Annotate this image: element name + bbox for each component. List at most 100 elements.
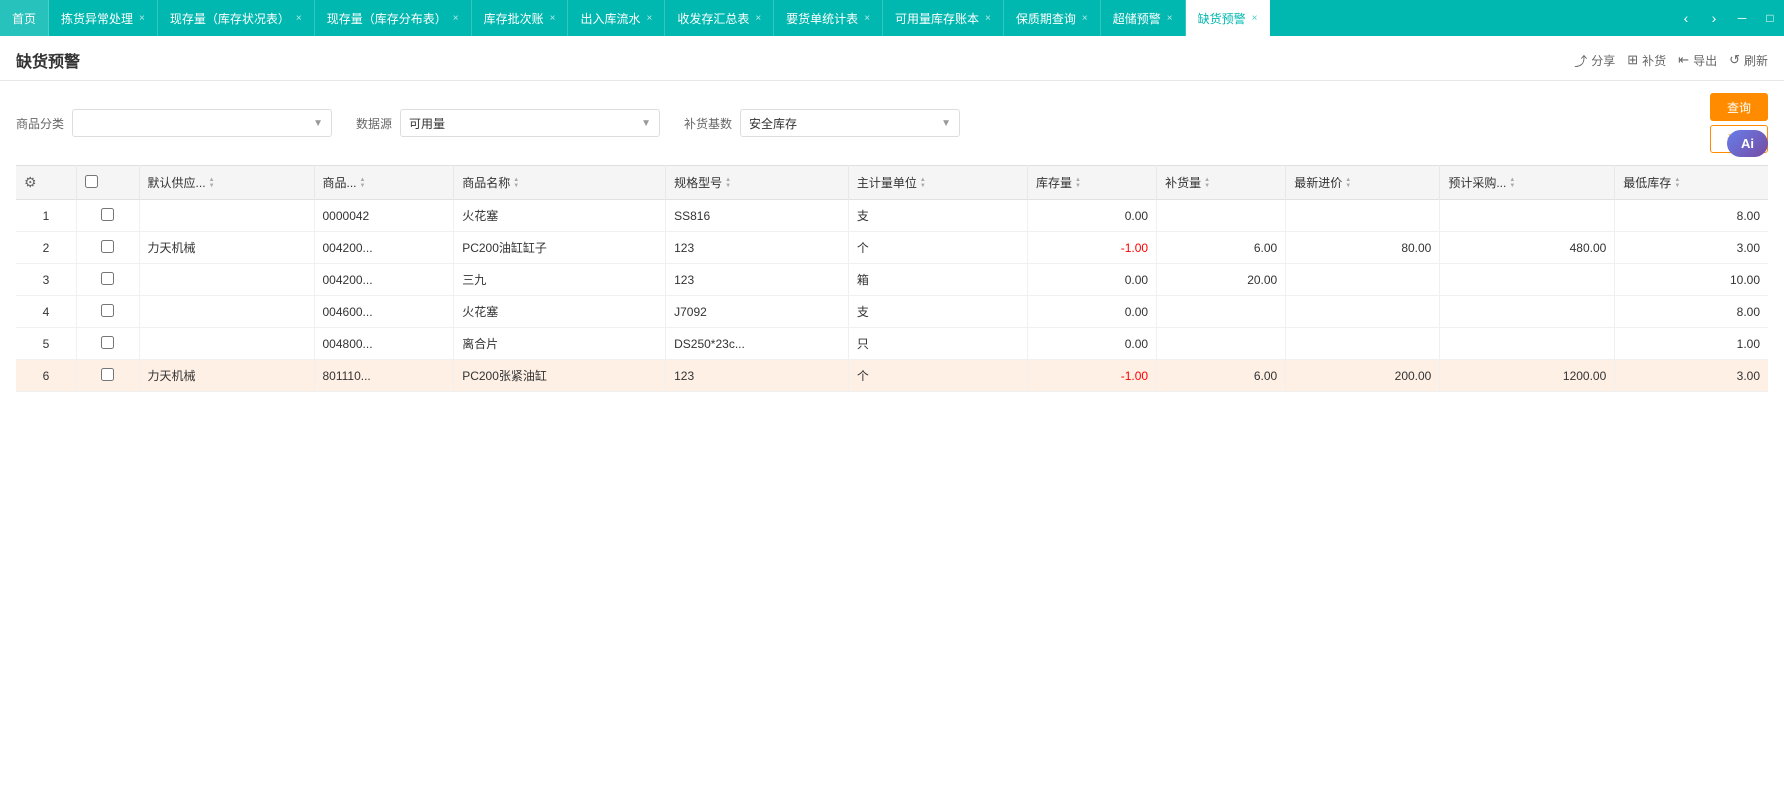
cell-unit: 支: [848, 200, 1027, 232]
cell-default_supplier: [139, 296, 314, 328]
col-header-replenish_qty[interactable]: 补货量: [1157, 166, 1286, 200]
cell-min_stock: 10.00: [1615, 264, 1768, 296]
cell-product_code: 004200...: [314, 264, 454, 296]
row-checkbox[interactable]: [101, 272, 114, 285]
col-header-est_purchase[interactable]: 预计采购...: [1440, 166, 1615, 200]
close-tab-overstock[interactable]: ×: [1167, 13, 1173, 24]
col-header-stock[interactable]: 库存量: [1028, 166, 1157, 200]
sort-icon-latest_price[interactable]: [1345, 177, 1351, 189]
nav-tab-exception[interactable]: 拣货异常处理×: [49, 0, 158, 36]
nav-tab-home[interactable]: 首页: [0, 0, 49, 36]
category-select[interactable]: ▼: [72, 109, 332, 137]
table-row: 5004800...离合片DS250*23c...只0.001.00: [16, 328, 1768, 360]
window-maximize[interactable]: □: [1756, 0, 1784, 36]
replenish-base-filter-group: 补货基数 安全库存 ▼: [684, 109, 960, 137]
row-checkbox[interactable]: [101, 304, 114, 317]
cell-replenish_qty: [1157, 328, 1286, 360]
sort-icon-replenish_qty[interactable]: [1204, 177, 1210, 189]
top-nav: 首页拣货异常处理×现存量（库存状况表）×现存量（库存分布表）×库存批次账×出入库…: [0, 0, 1784, 36]
sort-icon-spec[interactable]: [725, 177, 731, 189]
close-tab-recv-summary[interactable]: ×: [755, 13, 761, 24]
window-minimize[interactable]: ─: [1728, 0, 1756, 36]
table-container: ⚙ 默认供应...商品...商品名称规格型号主计量单位库存量补货量最新进价预计采购…: [0, 165, 1784, 392]
cell-est_purchase: 480.00: [1440, 232, 1615, 264]
cell-checkbox: [77, 264, 140, 296]
close-tab-shortage[interactable]: ×: [1252, 13, 1258, 24]
cell-product_code: 004800...: [314, 328, 454, 360]
share-button[interactable]: ⤴ 分享: [1574, 51, 1615, 70]
cell-product_name: 三九: [454, 264, 666, 296]
select-all-checkbox[interactable]: [85, 175, 98, 188]
gear-icon[interactable]: ⚙: [24, 174, 37, 190]
replenish-base-value: 安全库存: [749, 115, 941, 132]
cell-stock: 0.00: [1028, 264, 1157, 296]
nav-tab-batch-account[interactable]: 库存批次账×: [472, 0, 569, 36]
nav-tab-available-ledger[interactable]: 可用量库存账本×: [883, 0, 1004, 36]
page-content: 缺货预警 ⤴ 分享 ⊞ 补货 ⇤ 导出 ↺ 刷新 商品分类: [0, 36, 1784, 796]
col-header-unit[interactable]: 主计量单位: [848, 166, 1027, 200]
nav-tab-flow[interactable]: 出入库流水×: [568, 0, 665, 36]
col-header-product_code[interactable]: 商品...: [314, 166, 454, 200]
row-checkbox[interactable]: [101, 336, 114, 349]
table-row: 4004600...火花塞J7092支0.008.00: [16, 296, 1768, 328]
sort-icon-min_stock[interactable]: [1674, 177, 1680, 189]
cell-index: 6: [16, 360, 77, 392]
sort-icon-product_name[interactable]: [513, 177, 519, 189]
sort-icon-unit[interactable]: [920, 177, 926, 189]
export-button[interactable]: ⇤ 导出: [1678, 52, 1717, 69]
data-table: ⚙ 默认供应...商品...商品名称规格型号主计量单位库存量补货量最新进价预计采购…: [16, 165, 1768, 392]
cell-unit: 箱: [848, 264, 1027, 296]
cell-stock: 0.00: [1028, 200, 1157, 232]
ai-button[interactable]: Ai: [1727, 130, 1768, 157]
nav-tab-expiry[interactable]: 保质期查询×: [1004, 0, 1101, 36]
row-checkbox[interactable]: [101, 368, 114, 381]
nav-tab-inventory-dist[interactable]: 现存量（库存分布表）×: [315, 0, 472, 36]
close-tab-inventory-dist[interactable]: ×: [453, 13, 459, 24]
col-header-latest_price[interactable]: 最新进价: [1286, 166, 1440, 200]
close-tab-available-ledger[interactable]: ×: [985, 13, 991, 24]
sort-icon-product_code[interactable]: [360, 177, 366, 189]
cell-est_purchase: [1440, 328, 1615, 360]
close-tab-batch-account[interactable]: ×: [550, 13, 556, 24]
sort-icon-default_supplier[interactable]: [209, 177, 215, 189]
cell-replenish_qty: 6.00: [1157, 360, 1286, 392]
close-tab-inventory-status[interactable]: ×: [296, 13, 302, 24]
datasource-select[interactable]: 可用量 ▼: [400, 109, 660, 137]
cell-product_name: PC200油缸缸子: [454, 232, 666, 264]
cell-unit: 个: [848, 360, 1027, 392]
query-button[interactable]: 查询: [1710, 93, 1768, 121]
col-header-default_supplier[interactable]: 默认供应...: [139, 166, 314, 200]
datasource-value: 可用量: [409, 115, 641, 132]
nav-tab-recv-summary[interactable]: 收发存汇总表×: [665, 0, 774, 36]
col-header-product_name[interactable]: 商品名称: [454, 166, 666, 200]
cell-est_purchase: [1440, 264, 1615, 296]
cell-checkbox: [77, 360, 140, 392]
cell-est_purchase: [1440, 200, 1615, 232]
replenish-button[interactable]: ⊞ 补货: [1627, 52, 1666, 69]
nav-tab-shortage[interactable]: 缺货预警×: [1186, 0, 1271, 36]
close-tab-expiry[interactable]: ×: [1082, 13, 1088, 24]
close-tab-exception[interactable]: ×: [139, 13, 145, 24]
nav-tab-overstock[interactable]: 超储预警×: [1101, 0, 1186, 36]
replenish-base-select[interactable]: 安全库存 ▼: [740, 109, 960, 137]
col-header-spec[interactable]: 规格型号: [666, 166, 849, 200]
sort-icon-stock[interactable]: [1075, 177, 1081, 189]
close-tab-flow[interactable]: ×: [646, 13, 652, 24]
close-tab-order-stat[interactable]: ×: [864, 13, 870, 24]
cell-stock: -1.00: [1028, 232, 1157, 264]
cell-product_code: 004200...: [314, 232, 454, 264]
row-checkbox[interactable]: [101, 240, 114, 253]
cell-latest_price: 200.00: [1286, 360, 1440, 392]
nav-tab-inventory-status[interactable]: 现存量（库存状况表）×: [158, 0, 315, 36]
nav-scroll-right[interactable]: ›: [1700, 0, 1728, 36]
cell-checkbox: [77, 296, 140, 328]
share-icon: ⤴: [1574, 51, 1587, 70]
nav-scroll-left[interactable]: ‹: [1672, 0, 1700, 36]
col-header-min_stock[interactable]: 最低库存: [1615, 166, 1768, 200]
table-row: 3004200...三九123箱0.0020.0010.00: [16, 264, 1768, 296]
nav-tab-order-stat[interactable]: 要货单统计表×: [774, 0, 883, 36]
cell-stock: 0.00: [1028, 328, 1157, 360]
refresh-button[interactable]: ↺ 刷新: [1729, 52, 1768, 69]
row-checkbox[interactable]: [101, 208, 114, 221]
sort-icon-est_purchase[interactable]: [1509, 177, 1515, 189]
